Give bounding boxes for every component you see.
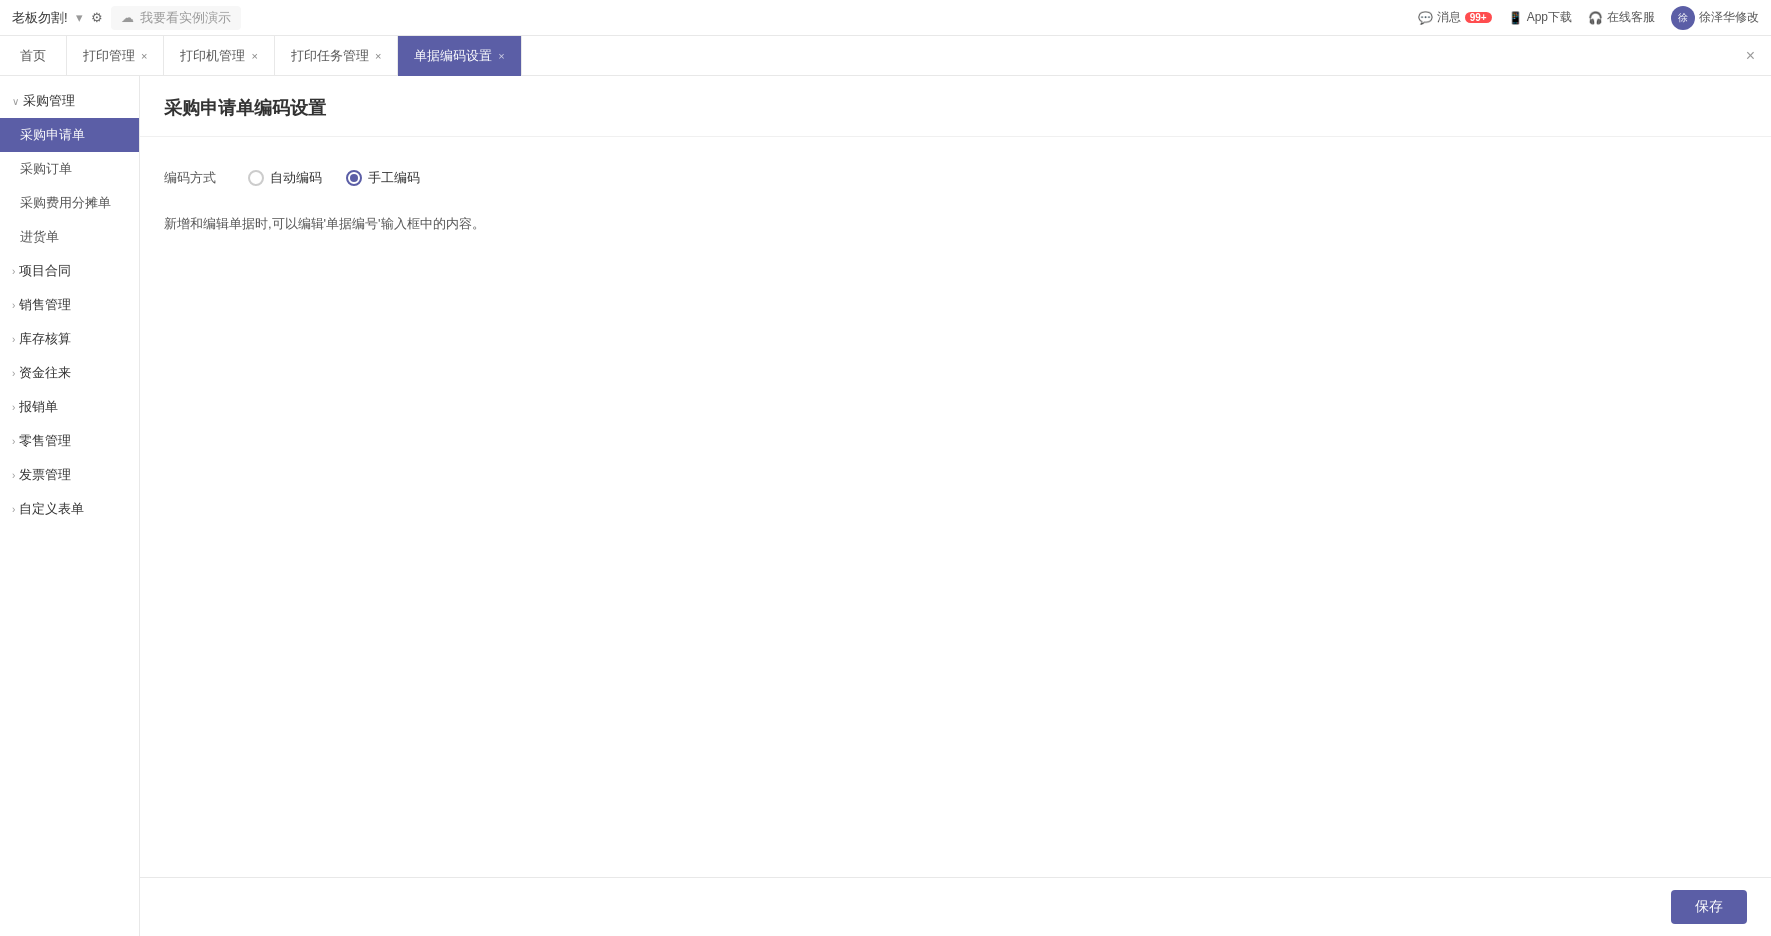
chevron-right-icon-8: › [12,504,15,515]
sidebar-group-custom-forms: › 自定义表单 [0,492,139,526]
chevron-right-icon: › [12,266,15,277]
sidebar-group-custom-forms-label: 自定义表单 [19,500,84,518]
tab-printer-mgmt-close[interactable]: × [251,50,257,62]
chevron-down-icon: ∨ [12,96,19,107]
tab-single-code-setting-close[interactable]: × [498,50,504,62]
app-download-label: App下载 [1527,9,1572,26]
online-support-button[interactable]: 🎧 在线客服 [1588,9,1655,26]
settings-icon[interactable]: ⚙ [91,10,103,25]
dropdown-icon[interactable]: ▾ [76,10,83,25]
content-header: 采购申请单编码设置 [140,76,1771,137]
search-text: 我要看实例演示 [140,9,231,27]
sidebar-group-inventory-title[interactable]: › 库存核算 [0,322,139,356]
coding-label: 编码方式 [164,169,224,187]
sidebar-item-purchase-order[interactable]: 采购订单 [0,152,139,186]
sidebar-group-invoice-mgmt: › 发票管理 [0,458,139,492]
sidebar-item-stock-in[interactable]: 进货单 [0,220,139,254]
top-bar: 老板勿割! ▾ ⚙ ☁ 我要看实例演示 💬 消息 99+ 📱 App下载 🎧 在… [0,0,1771,36]
sidebar-group-funds-label: 资金往来 [19,364,71,382]
message-icon: 💬 [1418,11,1433,25]
sidebar-group-purchase-mgmt-title[interactable]: ∨ 采购管理 [0,84,139,118]
sidebar-item-stock-in-label: 进货单 [20,228,59,246]
sidebar-group-retail-mgmt-title[interactable]: › 零售管理 [0,424,139,458]
chevron-right-icon-6: › [12,436,15,447]
avatar: 徐 [1671,6,1695,30]
chevron-right-icon-2: › [12,300,15,311]
sidebar-group-project-contract-title[interactable]: › 项目合同 [0,254,139,288]
sidebar-item-purchase-expense[interactable]: 采购费用分摊单 [0,186,139,220]
chevron-right-icon-7: › [12,470,15,481]
phone-icon: 📱 [1508,11,1523,25]
sidebar-group-inventory: › 库存核算 [0,322,139,356]
content-body: 编码方式 自动编码 手工编码 新增和编辑单据时,可以编辑'单据编号'输入框中的内… [140,137,1771,877]
radio-manual-circle [346,170,362,186]
tab-home-label: 首页 [20,47,46,65]
app-download-button[interactable]: 📱 App下载 [1508,9,1572,26]
sidebar-item-purchase-expense-label: 采购费用分摊单 [20,194,111,212]
sidebar-group-returns-label: 报销单 [19,398,58,416]
tab-print-task-mgmt[interactable]: 打印任务管理 × [275,36,398,76]
page-title: 采购申请单编码设置 [164,96,1747,120]
cloud-icon: ☁ [121,10,134,25]
sidebar-group-sales-mgmt-label: 销售管理 [19,296,71,314]
headset-icon: 🎧 [1588,11,1603,25]
sidebar-group-sales-mgmt: › 销售管理 [0,288,139,322]
sidebar-item-purchase-request[interactable]: 采购申请单 [0,118,139,152]
tab-bar: 首页 打印管理 × 打印机管理 × 打印任务管理 × 单据编码设置 × × [0,36,1771,76]
top-bar-right: 💬 消息 99+ 📱 App下载 🎧 在线客服 徐 徐泽华修改 [1418,6,1759,30]
tab-single-code-setting-label: 单据编码设置 [414,47,492,65]
tab-printer-mgmt[interactable]: 打印机管理 × [164,36,274,76]
sidebar-group-returns: › 报销单 [0,390,139,424]
brand-name: 老板勿割! [12,9,68,27]
tab-print-task-mgmt-label: 打印任务管理 [291,47,369,65]
search-bar[interactable]: ☁ 我要看实例演示 [111,6,241,30]
radio-auto-circle [248,170,264,186]
sidebar-group-project-contract: › 项目合同 [0,254,139,288]
tab-bar-close-button[interactable]: × [1746,47,1771,65]
tab-print-mgmt-close[interactable]: × [141,50,147,62]
sidebar-group-funds: › 资金往来 [0,356,139,390]
main-layout: ∨ 采购管理 采购申请单 采购订单 采购费用分摊单 进货单 › 项目合同 [0,76,1771,936]
hint-text: 新增和编辑单据时,可以编辑'单据编号'输入框中的内容。 [164,215,1747,233]
sidebar-group-custom-forms-title[interactable]: › 自定义表单 [0,492,139,526]
tab-printer-mgmt-label: 打印机管理 [180,47,245,65]
messages-label: 消息 [1437,9,1461,26]
user-name: 徐泽华修改 [1699,9,1759,26]
chevron-right-icon-5: › [12,402,15,413]
chevron-right-icon-3: › [12,334,15,345]
tab-single-code-setting[interactable]: 单据编码设置 × [398,36,521,76]
radio-manual-coding[interactable]: 手工编码 [346,169,420,187]
sidebar-group-retail-mgmt-label: 零售管理 [19,432,71,450]
chevron-right-icon-4: › [12,368,15,379]
radio-manual-label: 手工编码 [368,169,420,187]
sidebar-group-inventory-label: 库存核算 [19,330,71,348]
sidebar: ∨ 采购管理 采购申请单 采购订单 采购费用分摊单 进货单 › 项目合同 [0,76,140,936]
content-area: 采购申请单编码设置 编码方式 自动编码 手工编码 新增和编辑单据时,可以编辑'单… [140,76,1771,936]
sidebar-group-sales-mgmt-title[interactable]: › 销售管理 [0,288,139,322]
sidebar-item-purchase-request-label: 采购申请单 [20,126,85,144]
sidebar-group-invoice-mgmt-label: 发票管理 [19,466,71,484]
radio-auto-coding[interactable]: 自动编码 [248,169,322,187]
tab-print-task-mgmt-close[interactable]: × [375,50,381,62]
sidebar-group-retail-mgmt: › 零售管理 [0,424,139,458]
sidebar-group-invoice-mgmt-title[interactable]: › 发票管理 [0,458,139,492]
sidebar-group-purchase-mgmt-label: 采购管理 [23,92,75,110]
sidebar-item-purchase-order-label: 采购订单 [20,160,72,178]
sidebar-group-funds-title[interactable]: › 资金往来 [0,356,139,390]
content-footer: 保存 [140,877,1771,936]
tab-print-mgmt-label: 打印管理 [83,47,135,65]
tab-home[interactable]: 首页 [0,36,67,76]
sidebar-group-purchase-mgmt: ∨ 采购管理 采购申请单 采购订单 采购费用分摊单 进货单 [0,84,139,254]
tab-print-mgmt[interactable]: 打印管理 × [67,36,164,76]
sidebar-group-project-contract-label: 项目合同 [19,262,71,280]
save-button[interactable]: 保存 [1671,890,1747,924]
online-support-label: 在线客服 [1607,9,1655,26]
coding-row: 编码方式 自动编码 手工编码 [164,157,1747,199]
sidebar-group-returns-title[interactable]: › 报销单 [0,390,139,424]
user-menu[interactable]: 徐 徐泽华修改 [1671,6,1759,30]
top-bar-left: 老板勿割! ▾ ⚙ ☁ 我要看实例演示 [12,6,1418,30]
messages-button[interactable]: 💬 消息 99+ [1418,9,1492,26]
messages-badge: 99+ [1465,12,1492,23]
radio-auto-label: 自动编码 [270,169,322,187]
